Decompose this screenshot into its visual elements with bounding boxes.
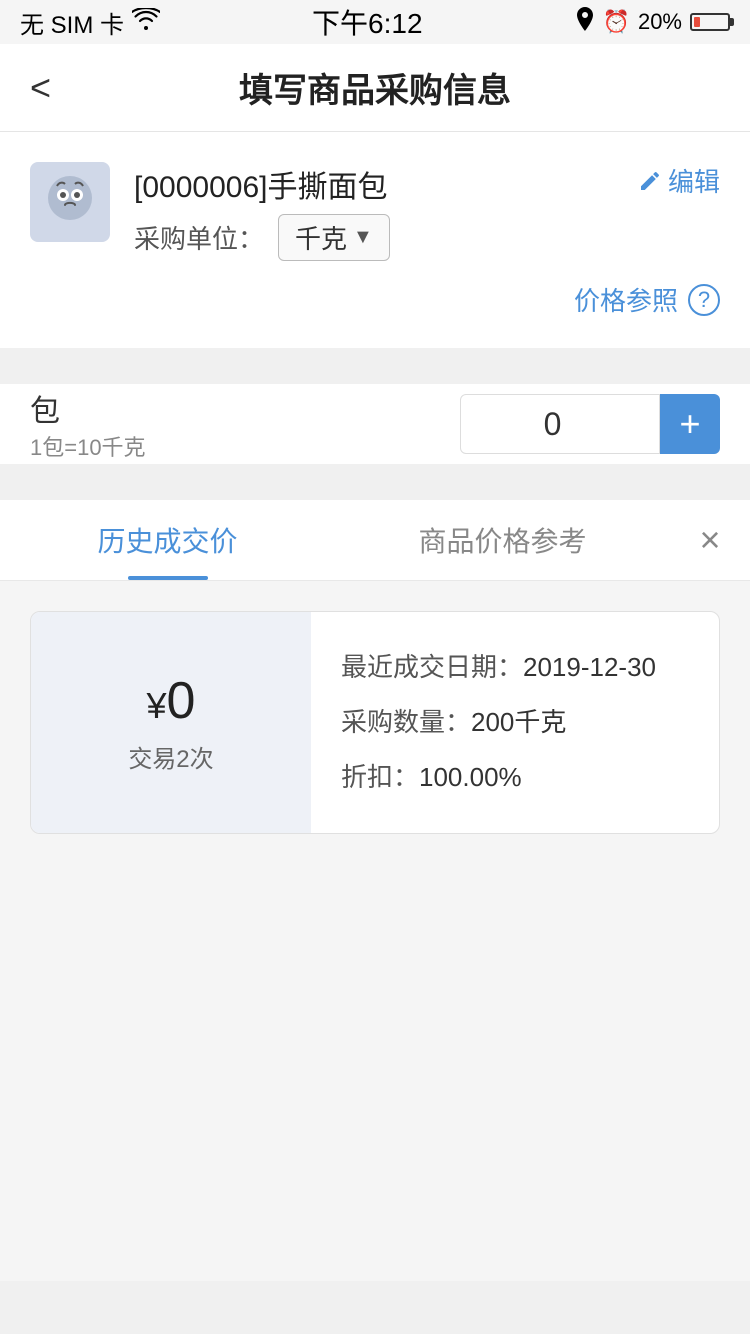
product-unit-row: 采购单位： 千克 ▼ bbox=[134, 214, 720, 261]
page-title: 填写商品采购信息 bbox=[239, 63, 511, 112]
battery-icon bbox=[690, 13, 730, 31]
status-left: 无 SIM 卡 bbox=[20, 5, 160, 40]
carrier-text: 无 SIM 卡 bbox=[20, 5, 124, 40]
status-right: ⏰ 20% bbox=[575, 7, 730, 37]
deal-card: ¥0 交易2次 最近成交日期：2019-12-30 采购数量：200千克 折扣：… bbox=[30, 611, 720, 834]
deal-left: ¥0 交易2次 bbox=[31, 612, 311, 833]
product-info: [0000006]手撕面包 编辑 采购单位： 千克 ▼ bbox=[134, 162, 720, 261]
product-name: [0000006]手撕面包 bbox=[134, 162, 387, 206]
quantity-section: 包 1包=10千克 + bbox=[0, 384, 750, 464]
status-time: 下午6:12 bbox=[312, 2, 423, 42]
qty-input-wrap: + bbox=[166, 394, 720, 454]
price-value: 0 bbox=[167, 672, 196, 730]
deal-qty-label: 采购数量： bbox=[341, 707, 471, 737]
dropdown-arrow-icon: ▼ bbox=[353, 226, 373, 249]
tab-price-ref[interactable]: 商品价格参考 bbox=[335, 500, 670, 580]
deal-price: ¥0 bbox=[147, 671, 196, 731]
separator bbox=[0, 366, 750, 384]
price-ref-row: 价格参照 ? bbox=[30, 281, 720, 318]
wifi-icon bbox=[132, 8, 160, 37]
product-thumb-icon bbox=[43, 171, 97, 233]
product-thumbnail bbox=[30, 162, 110, 242]
deal-discount-label: 折扣： bbox=[341, 762, 419, 792]
deal-discount-value: 100.00% bbox=[419, 762, 522, 792]
qty-plus-button[interactable]: + bbox=[660, 394, 720, 454]
help-icon[interactable]: ? bbox=[688, 284, 720, 316]
battery-percent: 20% bbox=[638, 9, 682, 35]
tabs-row: 历史成交价 商品价格参考 × bbox=[0, 500, 750, 580]
currency-symbol: ¥ bbox=[147, 685, 167, 726]
separator2 bbox=[0, 482, 750, 500]
unit-label: 采购单位： bbox=[134, 219, 264, 256]
qty-equiv: 1包=10千克 bbox=[30, 430, 146, 462]
tab-history-price[interactable]: 历史成交价 bbox=[0, 500, 335, 580]
history-content: ¥0 交易2次 最近成交日期：2019-12-30 采购数量：200千克 折扣：… bbox=[0, 581, 750, 1281]
edit-link[interactable]: 编辑 bbox=[638, 162, 720, 199]
deal-date-value: 2019-12-30 bbox=[523, 652, 656, 682]
deal-qty-value: 200千克 bbox=[471, 707, 566, 737]
price-ref-label[interactable]: 价格参照 bbox=[574, 281, 678, 318]
qty-label: 包 1包=10千克 bbox=[30, 386, 146, 462]
deal-qty-row: 采购数量：200千克 bbox=[341, 703, 689, 742]
deal-count: 交易2次 bbox=[128, 739, 213, 774]
location-icon bbox=[575, 7, 595, 37]
product-section: [0000006]手撕面包 编辑 采购单位： 千克 ▼ 价格参照 ? bbox=[0, 132, 750, 348]
deal-date-label: 最近成交日期： bbox=[341, 652, 523, 682]
nav-bar: < 填写商品采购信息 bbox=[0, 44, 750, 132]
unit-value: 千克 bbox=[295, 219, 347, 256]
deal-discount-row: 折扣：100.00% bbox=[341, 758, 689, 797]
deal-right: 最近成交日期：2019-12-30 采购数量：200千克 折扣：100.00% bbox=[311, 612, 719, 833]
unit-select[interactable]: 千克 ▼ bbox=[278, 214, 390, 261]
deal-date-row: 最近成交日期：2019-12-30 bbox=[341, 648, 689, 687]
quantity-input[interactable] bbox=[460, 394, 660, 454]
alarm-icon: ⏰ bbox=[603, 9, 630, 35]
status-bar: 无 SIM 卡 下午6:12 ⏰ 20% bbox=[0, 0, 750, 44]
tab-close-button[interactable]: × bbox=[670, 500, 750, 580]
back-button[interactable]: < bbox=[30, 67, 51, 109]
qty-unit: 包 bbox=[30, 386, 146, 430]
tabs-section: 历史成交价 商品价格参考 × bbox=[0, 500, 750, 581]
